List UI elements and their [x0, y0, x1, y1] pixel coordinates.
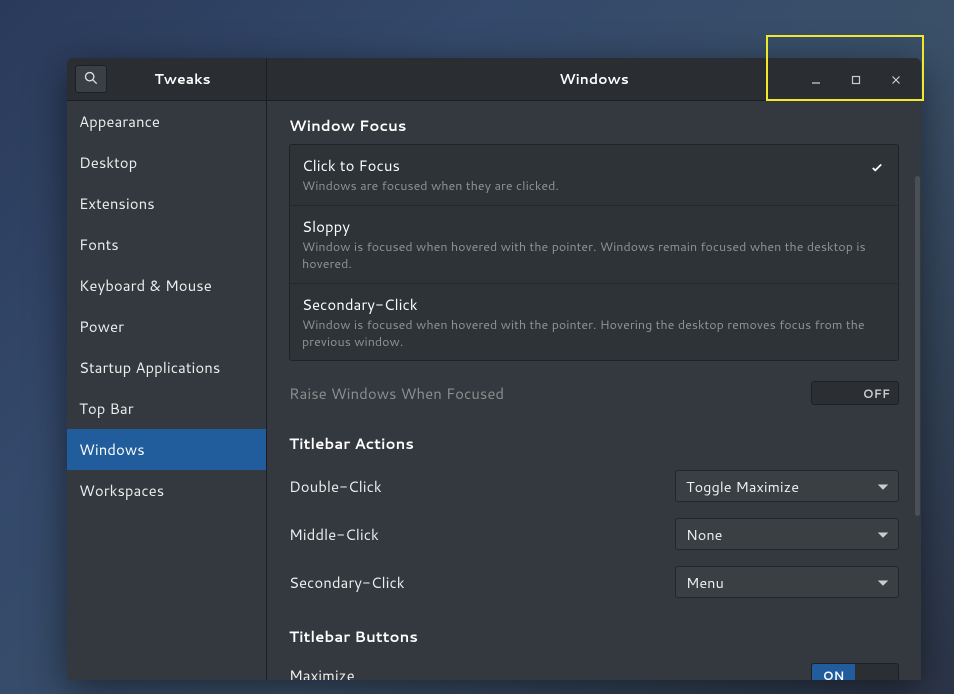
combo-value: None — [686, 524, 722, 545]
sidebar-item-windows[interactable]: Windows — [67, 429, 266, 470]
focus-option-sloppy[interactable]: SloppyWindow is focused when hovered wit… — [290, 206, 898, 284]
raise-windows-row: Raise Windows When Focused ON OFF — [289, 373, 899, 413]
focus-option-desc: Window is focused when hovered with the … — [302, 239, 886, 273]
toggle-off-label: OFF — [855, 664, 898, 680]
header-left-section: Tweaks — [67, 58, 267, 100]
maximize-button-row: Maximize ON OFF — [289, 655, 899, 680]
maximize-icon — [851, 68, 861, 91]
content-pane: Window Focus Click to Focus Windows are f… — [267, 101, 921, 680]
section-header-titlebar-buttons: Titlebar Buttons — [289, 626, 899, 647]
sidebar: AppearanceDesktopExtensionsFontsKeyboard… — [67, 101, 267, 680]
combo-double-click[interactable]: Toggle Maximize — [675, 470, 899, 502]
focus-option-desc: Window is focused when hovered with the … — [302, 317, 886, 351]
headerbar: Tweaks Windows — [67, 58, 921, 101]
app-title: Tweaks — [107, 69, 258, 89]
focus-option-title: Click to Focus — [302, 155, 886, 176]
content-scrollbar[interactable] — [915, 176, 920, 516]
sidebar-item-power[interactable]: Power — [67, 306, 266, 347]
sidebar-item-top-bar[interactable]: Top Bar — [67, 388, 266, 429]
header-right-section: Windows — [267, 58, 921, 100]
close-button[interactable] — [877, 65, 915, 93]
sidebar-item-extensions[interactable]: Extensions — [67, 183, 266, 224]
combo-value: Toggle Maximize — [686, 476, 799, 497]
titlebar-action-row-middle-click: Middle-Click None — [289, 510, 899, 558]
row-label: Middle-Click — [289, 524, 379, 545]
focus-mode-list: Click to Focus Windows are focused when t… — [289, 144, 899, 361]
titlebar-action-row-secondary-click: Secondary-Click Menu — [289, 558, 899, 606]
focus-option-title: Sloppy — [302, 216, 886, 237]
chevron-down-icon — [878, 524, 888, 545]
toggle-on-label: ON — [812, 382, 855, 404]
raise-windows-toggle[interactable]: ON OFF — [811, 381, 899, 405]
maximize-row-label: Maximize — [289, 665, 355, 680]
window-controls — [797, 58, 921, 100]
titlebar-action-row-double-click: Double-Click Toggle Maximize — [289, 462, 899, 510]
focus-option-desc: Windows are focused when they are clicke… — [302, 178, 886, 195]
toggle-off-label: OFF — [855, 382, 898, 404]
section-header-focus: Window Focus — [289, 115, 899, 136]
focus-option-title: Secondary-Click — [302, 294, 886, 315]
search-icon — [84, 68, 98, 91]
close-icon — [891, 68, 901, 91]
search-button[interactable] — [75, 65, 107, 93]
sidebar-item-workspaces[interactable]: Workspaces — [67, 470, 266, 511]
combo-secondary-click[interactable]: Menu — [675, 566, 899, 598]
toggle-on-label: ON — [812, 664, 855, 680]
chevron-down-icon — [878, 476, 888, 497]
combo-middle-click[interactable]: None — [675, 518, 899, 550]
raise-windows-label: Raise Windows When Focused — [289, 383, 504, 404]
chevron-down-icon — [878, 572, 888, 593]
minimize-button[interactable] — [797, 65, 835, 93]
combo-value: Menu — [686, 572, 724, 593]
sidebar-item-desktop[interactable]: Desktop — [67, 142, 266, 183]
tweaks-window: Tweaks Windows — [67, 58, 921, 680]
sidebar-item-appearance[interactable]: Appearance — [67, 101, 266, 142]
maximize-toggle[interactable]: ON OFF — [811, 663, 899, 680]
sidebar-item-fonts[interactable]: Fonts — [67, 224, 266, 265]
minimize-icon — [811, 68, 821, 91]
maximize-button[interactable] — [837, 65, 875, 93]
row-label: Secondary-Click — [289, 572, 405, 593]
focus-option-click-to-focus[interactable]: Click to Focus Windows are focused when t… — [290, 145, 898, 206]
section-header-titlebar-actions: Titlebar Actions — [289, 433, 899, 454]
window-body: AppearanceDesktopExtensionsFontsKeyboard… — [67, 101, 921, 680]
sidebar-item-startup-applications[interactable]: Startup Applications — [67, 347, 266, 388]
sidebar-item-keyboard-mouse[interactable]: Keyboard & Mouse — [67, 265, 266, 306]
check-icon — [870, 159, 884, 182]
row-label: Double-Click — [289, 476, 382, 497]
focus-option-secondary-click[interactable]: Secondary-ClickWindow is focused when ho… — [290, 284, 898, 361]
